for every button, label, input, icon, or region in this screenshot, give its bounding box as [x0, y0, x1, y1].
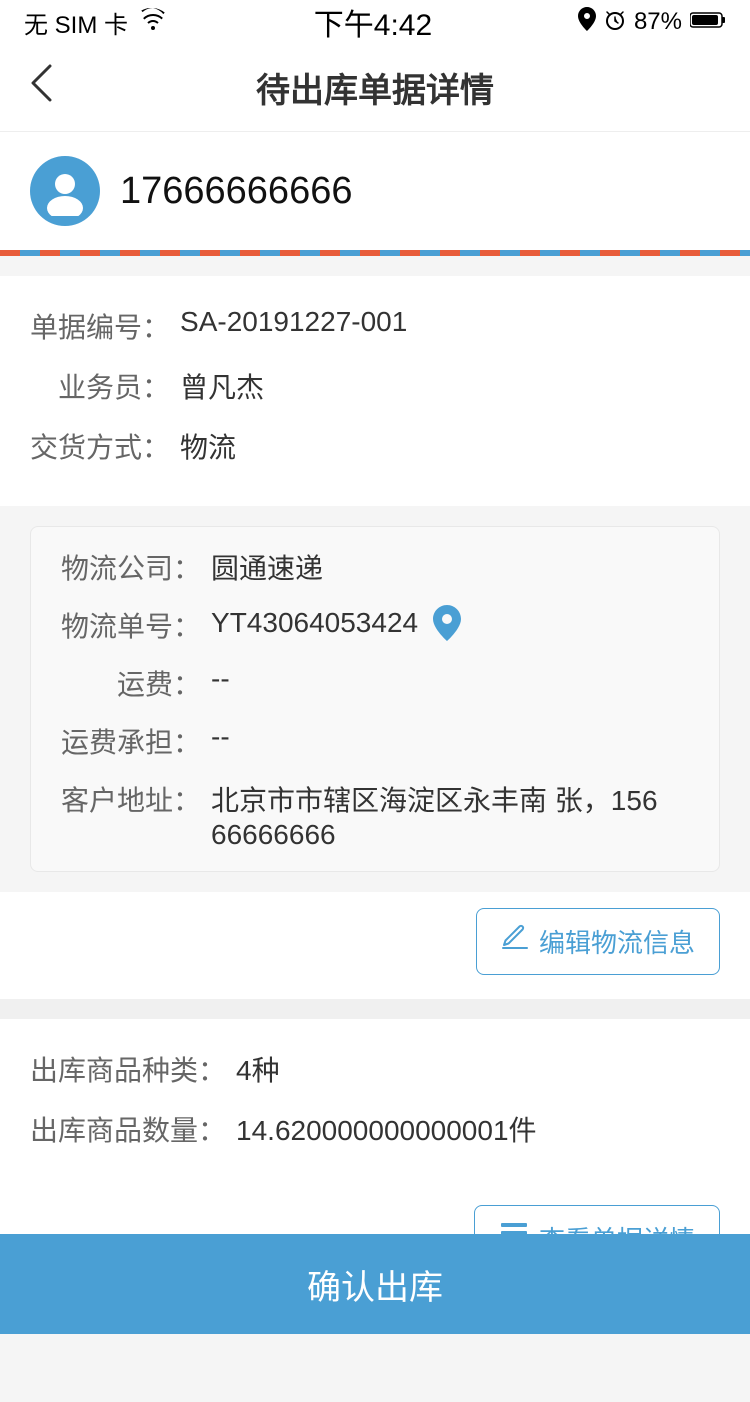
- doc-number-label: 单据编号：: [30, 306, 170, 346]
- types-row: 出库商品种类： 4种: [30, 1049, 720, 1089]
- types-label: 出库商品种类：: [30, 1049, 226, 1089]
- back-button[interactable]: [30, 64, 52, 111]
- logistics-company-row: 物流公司： 圆通速递: [61, 547, 689, 587]
- status-time: 下午4:42: [314, 0, 432, 44]
- avatar: [30, 156, 100, 226]
- freight-value: --: [211, 663, 689, 695]
- carrier-label: 无 SIM 卡: [24, 5, 128, 40]
- quantity-value: 14.620000000000001件: [236, 1109, 720, 1149]
- section-separator: [0, 999, 750, 1019]
- battery-icon: [690, 8, 726, 36]
- map-pin-icon[interactable]: [432, 605, 462, 641]
- confirm-outbound-button[interactable]: 确认出库: [0, 1234, 750, 1334]
- freight-bear-value: --: [211, 721, 689, 753]
- quantity-row: 出库商品数量： 14.620000000000001件: [30, 1109, 720, 1149]
- user-header: 17666666666: [0, 132, 750, 250]
- edit-logistics-label: 编辑物流信息: [539, 923, 695, 960]
- logistics-tracking-label: 物流单号：: [61, 605, 201, 645]
- edit-icon: [501, 924, 529, 959]
- document-info-section: 单据编号： SA-20191227-001 业务员： 曾凡杰 交货方式： 物流: [0, 276, 750, 506]
- outbound-section: 出库商品种类： 4种 出库商品数量： 14.620000000000001件: [0, 1019, 750, 1189]
- nav-bar: 待出库单据详情: [0, 44, 750, 132]
- salesman-row: 业务员： 曾凡杰: [30, 366, 720, 406]
- user-phone: 17666666666: [120, 170, 352, 213]
- edit-logistics-button[interactable]: 编辑物流信息: [476, 908, 720, 975]
- page-title: 待出库单据详情: [256, 63, 494, 112]
- address-row: 客户地址： 北京市市辖区海淀区永丰南 张，156 66666666: [61, 779, 689, 851]
- address-label: 客户地址：: [61, 779, 201, 819]
- salesman-label: 业务员：: [30, 366, 170, 406]
- doc-number-value: SA-20191227-001: [180, 306, 720, 338]
- wifi-icon: [138, 8, 168, 37]
- status-right: 87%: [578, 7, 726, 38]
- freight-row: 运费： --: [61, 663, 689, 703]
- freight-bear-label: 运费承担：: [61, 721, 201, 761]
- status-bar: 无 SIM 卡 下午4:42 87%: [0, 0, 750, 44]
- delivery-value: 物流: [180, 426, 720, 466]
- logistics-tracking-row: 物流单号： YT43064053424: [61, 605, 689, 645]
- salesman-value: 曾凡杰: [180, 366, 720, 406]
- dashed-divider: [0, 250, 750, 256]
- battery-label: 87%: [634, 8, 682, 36]
- address-value: 北京市市辖区海淀区永丰南 张，156 66666666: [211, 779, 689, 851]
- logistics-box: 物流公司： 圆通速递 物流单号： YT43064053424 运费： -- 运费…: [30, 526, 720, 872]
- delivery-row: 交货方式： 物流: [30, 426, 720, 466]
- alarm-icon: [604, 8, 626, 37]
- status-left: 无 SIM 卡: [24, 5, 168, 40]
- types-value: 4种: [236, 1049, 720, 1089]
- freight-bear-row: 运费承担： --: [61, 721, 689, 761]
- logistics-company-label: 物流公司：: [61, 547, 201, 587]
- logistics-tracking-value: YT43064053424: [211, 605, 689, 641]
- delivery-label: 交货方式：: [30, 426, 170, 466]
- confirm-outbound-label: 确认出库: [307, 1260, 443, 1309]
- logistics-company-value: 圆通速递: [211, 547, 689, 587]
- location-status-icon: [578, 7, 596, 38]
- doc-number-row: 单据编号： SA-20191227-001: [30, 306, 720, 346]
- edit-btn-row: 编辑物流信息: [0, 892, 750, 999]
- freight-label: 运费：: [61, 663, 201, 703]
- quantity-label: 出库商品数量：: [30, 1109, 226, 1149]
